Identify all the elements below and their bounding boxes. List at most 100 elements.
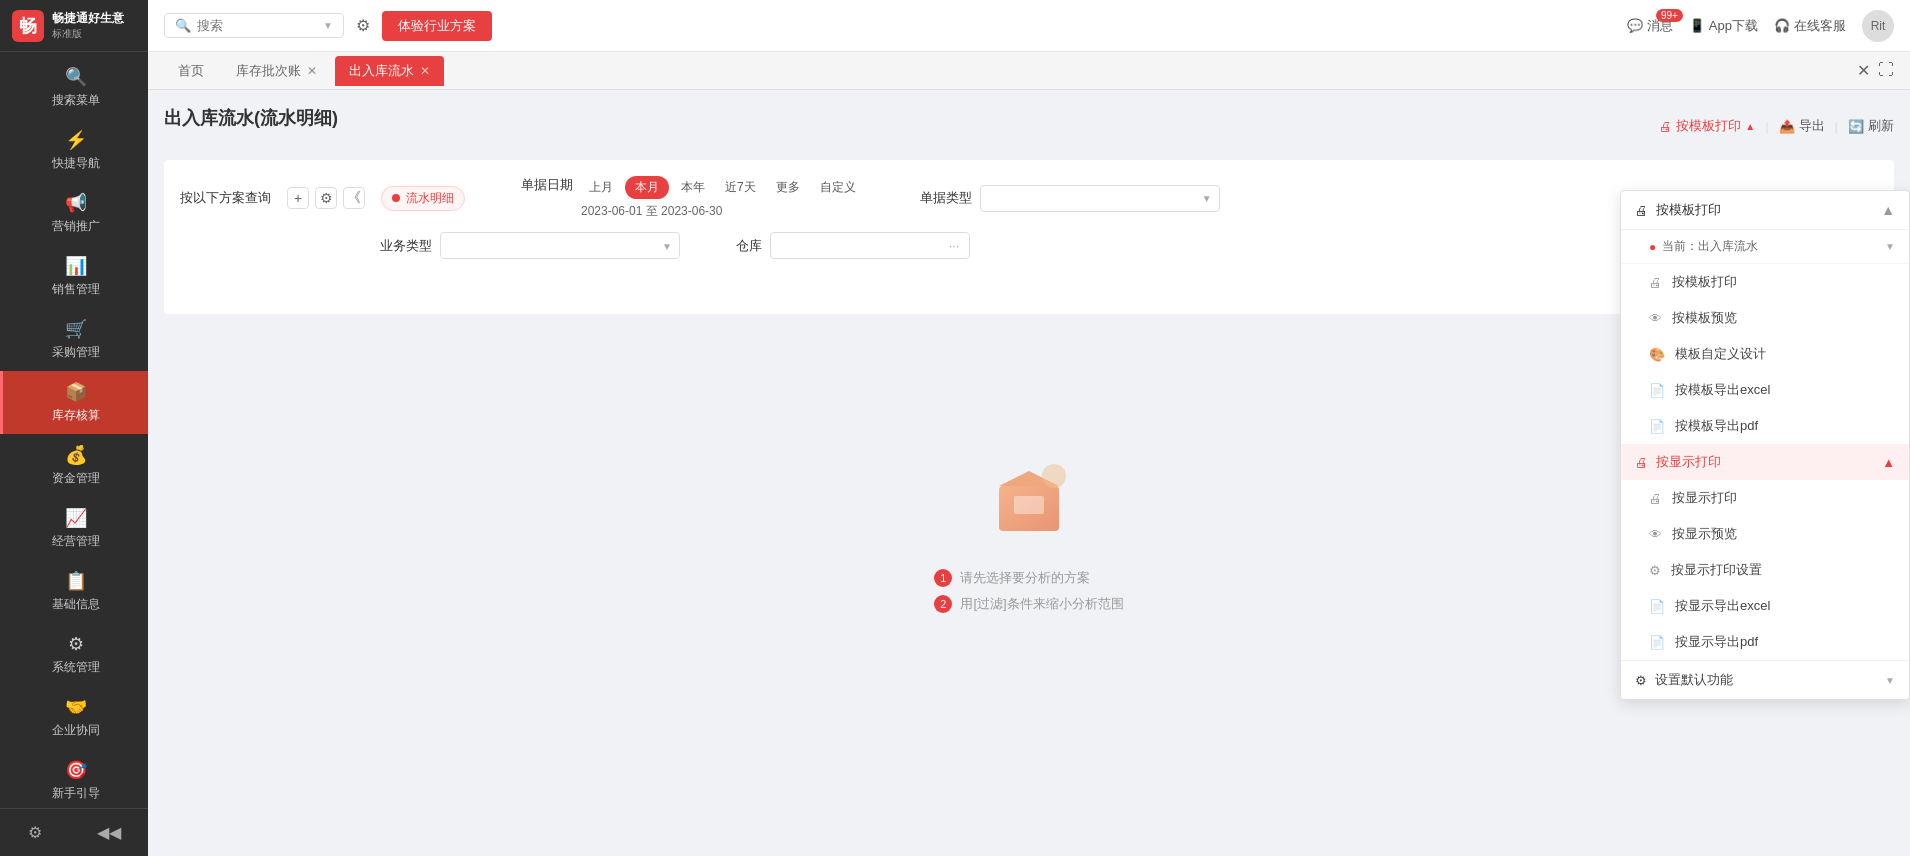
dropdown-item-template-print[interactable]: 🖨 按模板打印 <box>1621 264 1909 300</box>
tab-maximize-button[interactable]: ⛶ <box>1878 61 1894 80</box>
trial-button[interactable]: 体验行业方案 <box>382 11 492 41</box>
date-filter: 单据日期 上月 本月 本年 近7天 更多 自定义 2023-06-01 至 20… <box>521 176 864 220</box>
business-type-filter: 业务类型 ▼ <box>380 232 680 259</box>
header-search-input[interactable] <box>197 18 317 33</box>
sidebar-item-enterprise[interactable]: 🤝 企业协同 <box>0 686 148 749</box>
template-print-button[interactable]: 🖨 按模板打印 ▲ <box>1659 117 1755 135</box>
date-btn-last-month[interactable]: 上月 <box>581 176 621 199</box>
tip-num-2: 2 <box>934 595 952 613</box>
filter-add-button[interactable]: + <box>287 187 309 209</box>
guide-icon: 🎯 <box>65 759 87 781</box>
date-buttons: 上月 本月 本年 近7天 更多 自定义 <box>581 176 864 199</box>
dropdown-item-template-preview[interactable]: 👁 按模板预览 <box>1621 300 1909 336</box>
tab-batch-account[interactable]: 库存批次账 ✕ <box>222 56 331 86</box>
date-btn-custom[interactable]: 自定义 <box>812 176 864 199</box>
divider2: | <box>1835 119 1838 134</box>
item-pdf-icon: 📄 <box>1649 419 1665 434</box>
sidebar-item-inventory[interactable]: 📦 库存核算 <box>0 371 148 434</box>
search-icon: 🔍 <box>65 66 87 88</box>
dropdown-item-display-print[interactable]: 🖨 按显示打印 <box>1621 480 1909 516</box>
main-wrapper: 🔍 ▼ ⚙ 体验行业方案 💬 消息 99+ 📱 App下载 🎧 在线客服 Rit <box>148 0 1910 856</box>
tab-home[interactable]: 首页 <box>164 56 218 86</box>
warehouse-label: 仓库 <box>736 237 762 255</box>
sidebar-settings-button[interactable]: ⚙ <box>20 819 50 846</box>
sidebar-item-system[interactable]: ⚙ 系统管理 <box>0 623 148 686</box>
date-btn-this-year[interactable]: 本年 <box>673 176 713 199</box>
tab-bar-actions: ✕ ⛶ <box>1857 61 1894 80</box>
message-button[interactable]: 💬 消息 99+ <box>1627 17 1673 35</box>
filter-actions: + ⚙ 《 <box>287 187 365 209</box>
warehouse-input[interactable]: ··· <box>770 232 970 259</box>
dropdown-footer[interactable]: ⚙ 设置默认功能 ▼ <box>1621 660 1909 699</box>
empty-tips: 1 请先选择要分析的方案 2 用[过滤]条件来缩小分析范围 <box>934 569 1123 621</box>
date-btn-7days[interactable]: 近7天 <box>717 176 764 199</box>
sidebar-scroll: 🔍 搜索菜单 ⚡ 快捷导航 📢 营销推广 📊 销售管理 🛒 采购管理 📦 库存核… <box>0 52 148 808</box>
sidebar-item-marketing[interactable]: 📢 营销推广 <box>0 182 148 245</box>
filter-collapse-button[interactable]: 《 <box>343 187 365 209</box>
sidebar-item-operation[interactable]: 📈 经营管理 <box>0 497 148 560</box>
business-type-label: 业务类型 <box>380 237 432 255</box>
filter-label: 按以下方案查询 <box>180 189 271 207</box>
sidebar-item-label: 营销推广 <box>52 218 100 235</box>
tab-bar: 首页 库存批次账 ✕ 出入库流水 ✕ ✕ ⛶ <box>148 52 1910 90</box>
date-range: 2023-06-01 至 2023-06-30 <box>581 203 864 220</box>
dropdown-item-template-pdf[interactable]: 📄 按模板导出pdf <box>1621 408 1909 444</box>
search-header-icon: 🔍 <box>175 18 191 33</box>
sidebar-item-label: 企业协同 <box>52 722 100 739</box>
empty-tip-2: 2 用[过滤]条件来缩小分析范围 <box>934 595 1123 613</box>
template-print-section-header[interactable]: 🖨 按模板打印 ▲ <box>1621 191 1909 230</box>
date-btn-this-month[interactable]: 本月 <box>625 176 669 199</box>
sidebar-item-label: 新手引导 <box>52 785 100 802</box>
sidebar-item-sales[interactable]: 📊 销售管理 <box>0 245 148 308</box>
sidebar-item-shortcut[interactable]: ⚡ 快捷导航 <box>0 119 148 182</box>
message-badge: 99+ <box>1656 9 1683 22</box>
item-printer-icon: 🖨 <box>1649 275 1662 290</box>
sidebar-item-label: 采购管理 <box>52 344 100 361</box>
logo-text: 畅捷通好生意 标准版 <box>52 10 124 41</box>
sidebar-item-purchase[interactable]: 🛒 采购管理 <box>0 308 148 371</box>
tab-flow[interactable]: 出入库流水 ✕ <box>335 56 444 86</box>
sidebar-item-label: 搜索菜单 <box>52 92 100 109</box>
dropdown-item-display-excel[interactable]: 📄 按显示导出excel <box>1621 588 1909 624</box>
svg-point-3 <box>1042 464 1066 488</box>
display-print-section-header[interactable]: 🖨 按显示打印 ▲ <box>1621 444 1909 480</box>
tab-close-batch[interactable]: ✕ <box>307 64 317 78</box>
user-avatar[interactable]: Rit <box>1862 10 1894 42</box>
page-content: 出入库流水(流水明细) 🖨 按模板打印 ▲ | 📤 导出 | 🔄 刷新 <box>148 90 1910 856</box>
svg-rect-2 <box>1014 496 1044 514</box>
dropdown-item-template-excel[interactable]: 📄 按模板导出excel <box>1621 372 1909 408</box>
current-label: ● 当前：出入库流水 ▼ <box>1621 230 1909 264</box>
filter-tag-dot <box>392 194 400 202</box>
dropdown-item-display-preview[interactable]: 👁 按显示预览 <box>1621 516 1909 552</box>
refresh-button[interactable]: 🔄 刷新 <box>1848 117 1894 135</box>
header-settings-icon[interactable]: ⚙ <box>356 16 370 35</box>
sidebar-collapse-button[interactable]: ◀◀ <box>89 819 129 846</box>
item-custom-icon: 🎨 <box>1649 347 1665 362</box>
sidebar-item-guide[interactable]: 🎯 新手引导 <box>0 749 148 808</box>
sidebar-item-search[interactable]: 🔍 搜索菜单 <box>0 56 148 119</box>
header-search-area[interactable]: 🔍 ▼ <box>164 13 344 38</box>
type-select[interactable] <box>980 185 1220 212</box>
warehouse-filter: 仓库 ··· <box>736 232 970 259</box>
date-btn-more[interactable]: 更多 <box>768 176 808 199</box>
sales-icon: 📊 <box>65 255 87 277</box>
dropdown-item-display-pdf[interactable]: 📄 按显示导出pdf <box>1621 624 1909 660</box>
tab-close-flow[interactable]: ✕ <box>420 64 430 78</box>
dropdown-item-display-settings[interactable]: ⚙ 按显示打印设置 <box>1621 552 1909 588</box>
finance-icon: 💰 <box>65 444 87 466</box>
marketing-icon: 📢 <box>65 192 87 214</box>
page-top-actions: 🖨 按模板打印 ▲ | 📤 导出 | 🔄 刷新 <box>1659 117 1894 135</box>
app-download-button[interactable]: 📱 App下载 <box>1689 17 1758 35</box>
online-service-button[interactable]: 🎧 在线客服 <box>1774 17 1846 35</box>
refresh-icon: 🔄 <box>1848 119 1864 134</box>
inventory-icon: 📦 <box>65 381 87 403</box>
business-type-select[interactable] <box>440 232 680 259</box>
sidebar-item-basic[interactable]: 📋 基础信息 <box>0 560 148 623</box>
sidebar-item-finance[interactable]: 💰 资金管理 <box>0 434 148 497</box>
shortcut-icon: ⚡ <box>65 129 87 151</box>
filter-settings-button[interactable]: ⚙ <box>315 187 337 209</box>
header-actions: 💬 消息 99+ 📱 App下载 🎧 在线客服 Rit <box>1627 10 1894 42</box>
export-button[interactable]: 📤 导出 <box>1779 117 1825 135</box>
tab-close-all-button[interactable]: ✕ <box>1857 61 1870 80</box>
dropdown-item-template-custom[interactable]: 🎨 模板自定义设计 <box>1621 336 1909 372</box>
